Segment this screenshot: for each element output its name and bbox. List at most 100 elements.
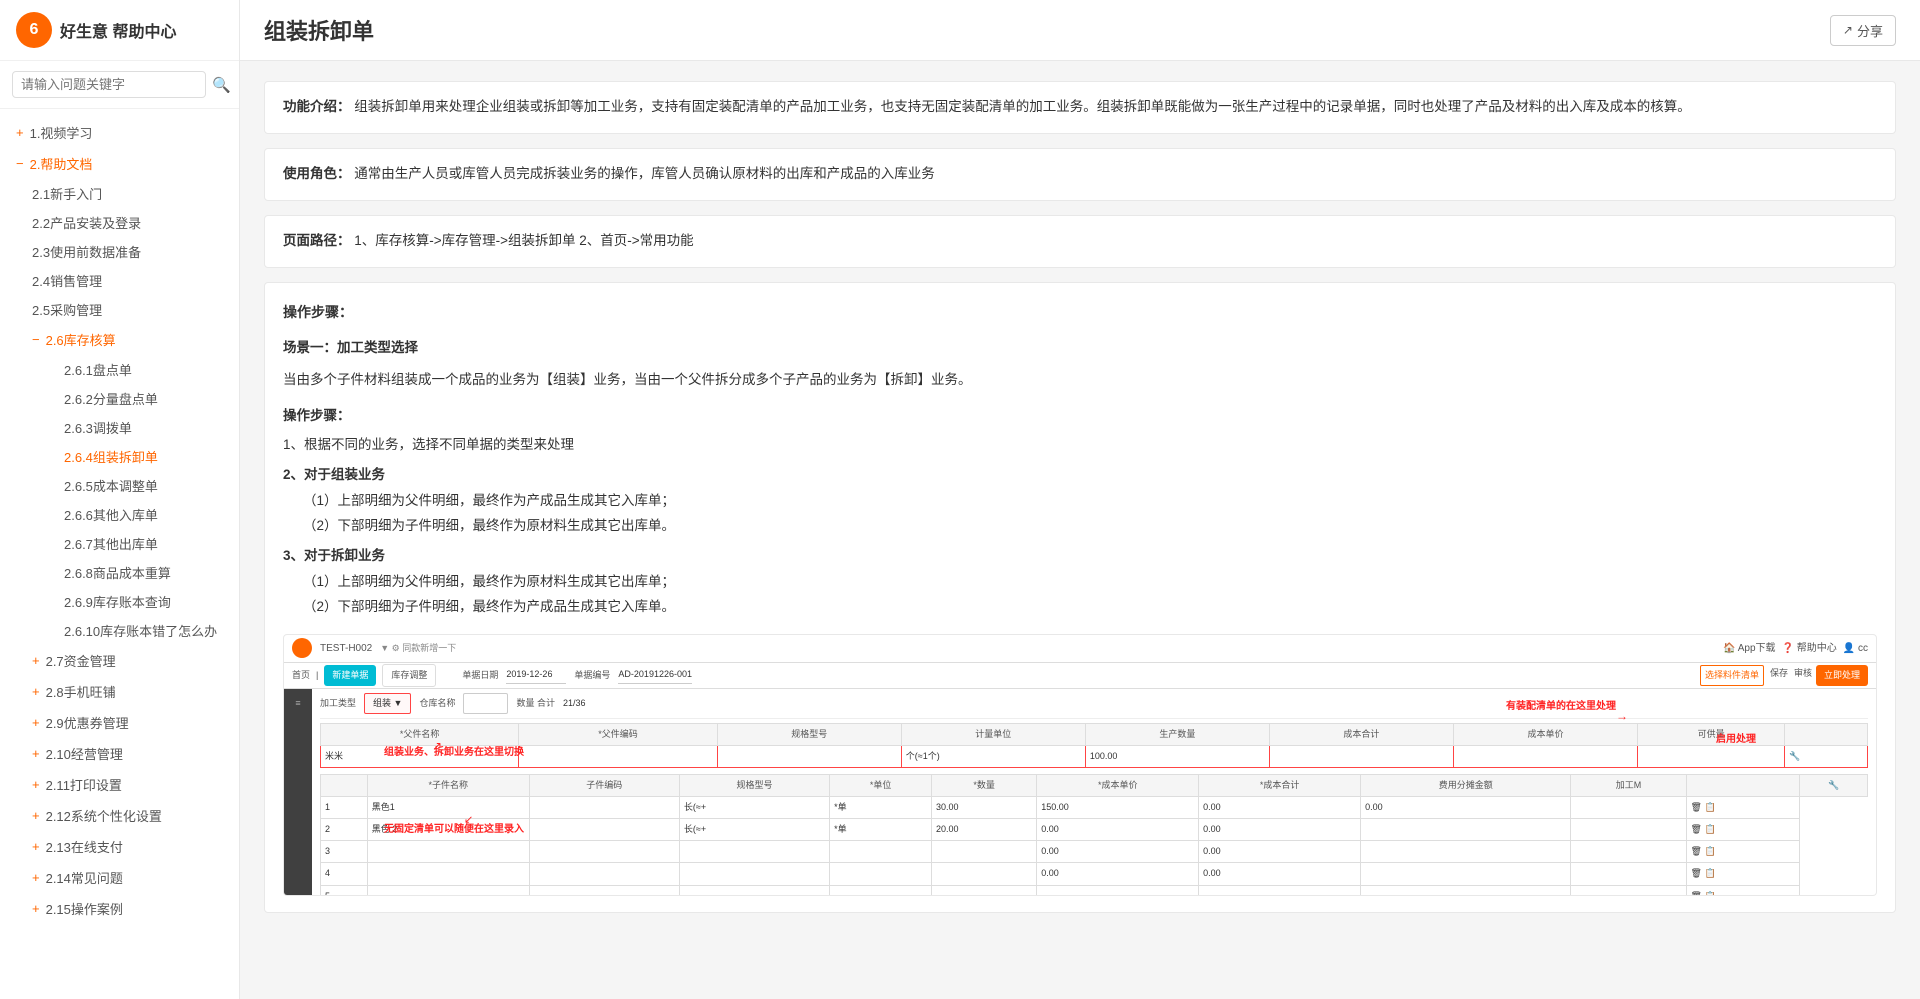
plus-icon-2-8: + <box>32 684 40 699</box>
arrow-no-bom: ↙ <box>464 810 473 831</box>
main-header: 组装拆卸单 ↗ 分享 <box>240 0 1920 61</box>
step3: 3、对于拆卸业务 <box>283 543 1877 569</box>
mock-select-btn: 选择料件清单 <box>1700 665 1764 686</box>
step3-1: （1）上部明细为父件明细，最终作为原材料生成其它出库单； <box>283 569 1877 595</box>
sidebar-item-2-11[interactable]: + 2.11打印设置 <box>32 769 239 800</box>
main: 组装拆卸单 ↗ 分享 功能介绍： 组装拆卸单用来处理企业组装或拆卸等加工业务，支… <box>240 0 1920 999</box>
sidebar-item-2-6-2[interactable]: 2.6.2分量盘点单 <box>64 384 239 413</box>
role-label: 使用角色： <box>283 166 351 181</box>
sidebar-item-2-6-7[interactable]: 2.6.7其他出库单 <box>64 529 239 558</box>
mock-lower-row-4: 40.000.00🗑 📋 <box>321 863 1868 885</box>
ops-title: 操作步骤： <box>283 299 1877 326</box>
mock-content: 加工类型 组装 ▼ 仓库名称 数量 合计 21/36 组装业务、拆卸业务在这里切… <box>312 689 1876 895</box>
mock-lower-row-2: 2 黑色 2 长(≈+ *单 20.00 0.00 0.00 <box>321 819 1868 841</box>
share-button[interactable]: ↗ 分享 <box>1830 15 1896 46</box>
annotation-enable: 启用处理 <box>1716 730 1756 749</box>
sidebar-item-2-9[interactable]: + 2.9优惠券管理 <box>32 707 239 738</box>
mock-help-icon: ❓ 帮助中心 <box>1782 639 1837 658</box>
sidebar-item-2-2[interactable]: 2.2产品安装及登录 <box>32 208 239 237</box>
plus-icon-2-15: + <box>32 901 40 916</box>
sidebar-item-2-6-4[interactable]: 2.6.4组装拆卸单 <box>64 442 239 471</box>
search-input[interactable] <box>12 71 206 98</box>
mock-logo <box>292 638 312 658</box>
sidebar-item-2-12-label: 2.12系统个性化设置 <box>46 806 162 825</box>
sidebar-item-2-8-label: 2.8手机旺铺 <box>46 682 116 701</box>
page-title: 组装拆卸单 <box>264 14 374 46</box>
nav-list: + 1.视频学习 − 2.帮助文档 2.1新手入门 2.2产品安装及登录 2.3… <box>0 109 239 999</box>
nav-sub-2: 2.1新手入门 2.2产品安装及登录 2.3使用前数据准备 2.4销售管理 2.… <box>0 179 239 924</box>
sidebar-item-2[interactable]: − 2.帮助文档 <box>0 148 239 179</box>
sidebar-item-2-7-label: 2.7资金管理 <box>46 651 116 670</box>
mock-user-icon: 👤 cc <box>1843 639 1868 658</box>
sidebar-item-2-3[interactable]: 2.3使用前数据准备 <box>32 237 239 266</box>
sidebar-item-2-14[interactable]: + 2.14常见问题 <box>32 862 239 893</box>
sidebar-item-2-15-label: 2.15操作案例 <box>46 899 123 918</box>
sidebar-item-2-6-9[interactable]: 2.6.9库存账本查询 <box>64 587 239 616</box>
mock-lower-row-1: 1 黑色1 长(≈+ *单 30.00 150.00 0.00 0.00 <box>321 797 1868 819</box>
path-text: 1、库存核算->库存管理->组装拆卸单 2、首页->常用功能 <box>354 233 693 248</box>
sidebar-item-2-8[interactable]: + 2.8手机旺铺 <box>32 676 239 707</box>
mock-lower-row-3: 30.000.00🗑 📋 <box>321 841 1868 863</box>
step2-2: （2）下部明细为子件明细，最终作为原材料生成其它出库单。 <box>283 513 1877 539</box>
annotation-no-bom: 无固定清单可以随便在这里录入 <box>384 820 524 839</box>
mock-tab-list: 库存调整 <box>382 664 436 687</box>
sidebar-item-2-13[interactable]: + 2.13在线支付 <box>32 831 239 862</box>
app-title: 好生意 帮助中心 <box>60 18 176 42</box>
sidebar-item-2-label: 2.帮助文档 <box>30 154 93 173</box>
role-block: 使用角色： 通常由生产人员或库管人员完成拆装业务的操作，库管人员确认原材料的出库… <box>264 148 1896 201</box>
sidebar-item-2-10-label: 2.10经营管理 <box>46 744 123 763</box>
sidebar-item-2-6-8[interactable]: 2.6.8商品成本重算 <box>64 558 239 587</box>
scene1-desc: 当由多个子件材料组装成一个成品的业务为【组装】业务，当由一个父件拆分成多个子产品… <box>283 367 1877 393</box>
sidebar-item-2-6-6[interactable]: 2.6.6其他入库单 <box>64 500 239 529</box>
step2: 2、对于组装业务 <box>283 462 1877 488</box>
search-button[interactable]: 🔍 <box>212 76 231 94</box>
mock-immediate-btn: 立即处理 <box>1816 665 1868 686</box>
sidebar-item-2-10[interactable]: + 2.10经营管理 <box>32 738 239 769</box>
mock-tab-active: 新建单据 <box>324 665 376 686</box>
sidebar-item-1-label: 1.视频学习 <box>30 123 93 142</box>
sidebar: 6 好生意 帮助中心 🔍 + 1.视频学习 − 2.帮助文档 2.1新手入门 2… <box>0 0 240 999</box>
sidebar-item-2-1[interactable]: 2.1新手入门 <box>32 179 239 208</box>
mock-lower-row-5: 5🗑 📋 <box>321 885 1868 895</box>
sidebar-item-2-6-3[interactable]: 2.6.3调拨单 <box>64 413 239 442</box>
intro-text: 组装拆卸单用来处理企业组装或拆卸等加工业务，支持有固定装配清单的产品加工业务，也… <box>354 99 1691 114</box>
step2-1: （1）上部明细为父件明细，最终作为产成品生成其它入库单； <box>283 488 1877 514</box>
search-box: 🔍 <box>0 61 239 109</box>
minus-icon: − <box>16 156 24 171</box>
mock-app-icon: 🏠 App下载 <box>1723 639 1775 658</box>
sidebar-item-1[interactable]: + 1.视频学习 <box>0 117 239 148</box>
minus-icon-2-6: − <box>32 332 40 347</box>
ops-label: 操作步骤： <box>283 403 1877 429</box>
sidebar-item-2-12[interactable]: + 2.12系统个性化设置 <box>32 800 239 831</box>
sidebar-item-2-15[interactable]: + 2.15操作案例 <box>32 893 239 924</box>
scene1-title: 场景一：加工类型选择 <box>283 335 1877 361</box>
steps-block: 操作步骤： 场景一：加工类型选择 当由多个子件材料组装成一个成品的业务为【组装】… <box>264 282 1896 913</box>
sidebar-item-2-9-label: 2.9优惠券管理 <box>46 713 129 732</box>
plus-icon-2-12: + <box>32 808 40 823</box>
share-label: 分享 <box>1857 21 1883 40</box>
mock-doc-no: AD-20191226-001 <box>618 666 692 684</box>
mock-nav-home: 首页 <box>292 667 310 684</box>
mock-topbar: TEST-H002 ▼ ⚙ 同款新增一下 🏠 App下载 ❓ 帮助中心 👤 cc <box>284 635 1876 663</box>
arrow-type-switch: ↗ <box>432 735 442 758</box>
annotation-type-switch: 组装业务、拆卸业务在这里切换 <box>384 743 524 762</box>
sidebar-item-2-6-1[interactable]: 2.6.1盘点单 <box>64 355 239 384</box>
plus-icon-2-10: + <box>32 746 40 761</box>
step3-2: （2）下部明细为子件明细，最终作为产成品生成其它入库单。 <box>283 594 1877 620</box>
screenshot-container: TEST-H002 ▼ ⚙ 同款新增一下 🏠 App下载 ❓ 帮助中心 👤 cc… <box>283 634 1877 896</box>
mock-body: ≡ 加工类型 组装 ▼ 仓库名称 数量 合计 21/36 <box>284 689 1876 895</box>
plus-icon-2-14: + <box>32 870 40 885</box>
sidebar-item-2-6-5[interactable]: 2.6.5成本调整单 <box>64 471 239 500</box>
mock-warehouse <box>463 693 508 714</box>
sidebar-item-2-6[interactable]: − 2.6库存核算 <box>32 324 239 355</box>
mock-topbar-right: 🏠 App下载 ❓ 帮助中心 👤 cc <box>1723 639 1868 658</box>
sidebar-item-2-7[interactable]: + 2.7资金管理 <box>32 645 239 676</box>
mock-upper-table: *父件名称 *父件编码 规格型号 计量单位 生产数量 成本合计 成本单价 可供量 <box>320 723 1868 768</box>
plus-icon-2-7: + <box>32 653 40 668</box>
mock-app: TEST-H002 ▼ ⚙ 同款新增一下 🏠 App下载 ❓ 帮助中心 👤 cc… <box>284 635 1876 895</box>
sidebar-item-2-4[interactable]: 2.4销售管理 <box>32 266 239 295</box>
sidebar-item-2-6-10[interactable]: 2.6.10库存账本错了怎么办 <box>64 616 239 645</box>
mock-action-btns: 选择料件清单 保存 审核 立即处理 <box>1700 665 1868 686</box>
sidebar-item-2-5[interactable]: 2.5采购管理 <box>32 295 239 324</box>
mock-type-row: 加工类型 组装 ▼ 仓库名称 数量 合计 21/36 <box>320 693 1868 719</box>
